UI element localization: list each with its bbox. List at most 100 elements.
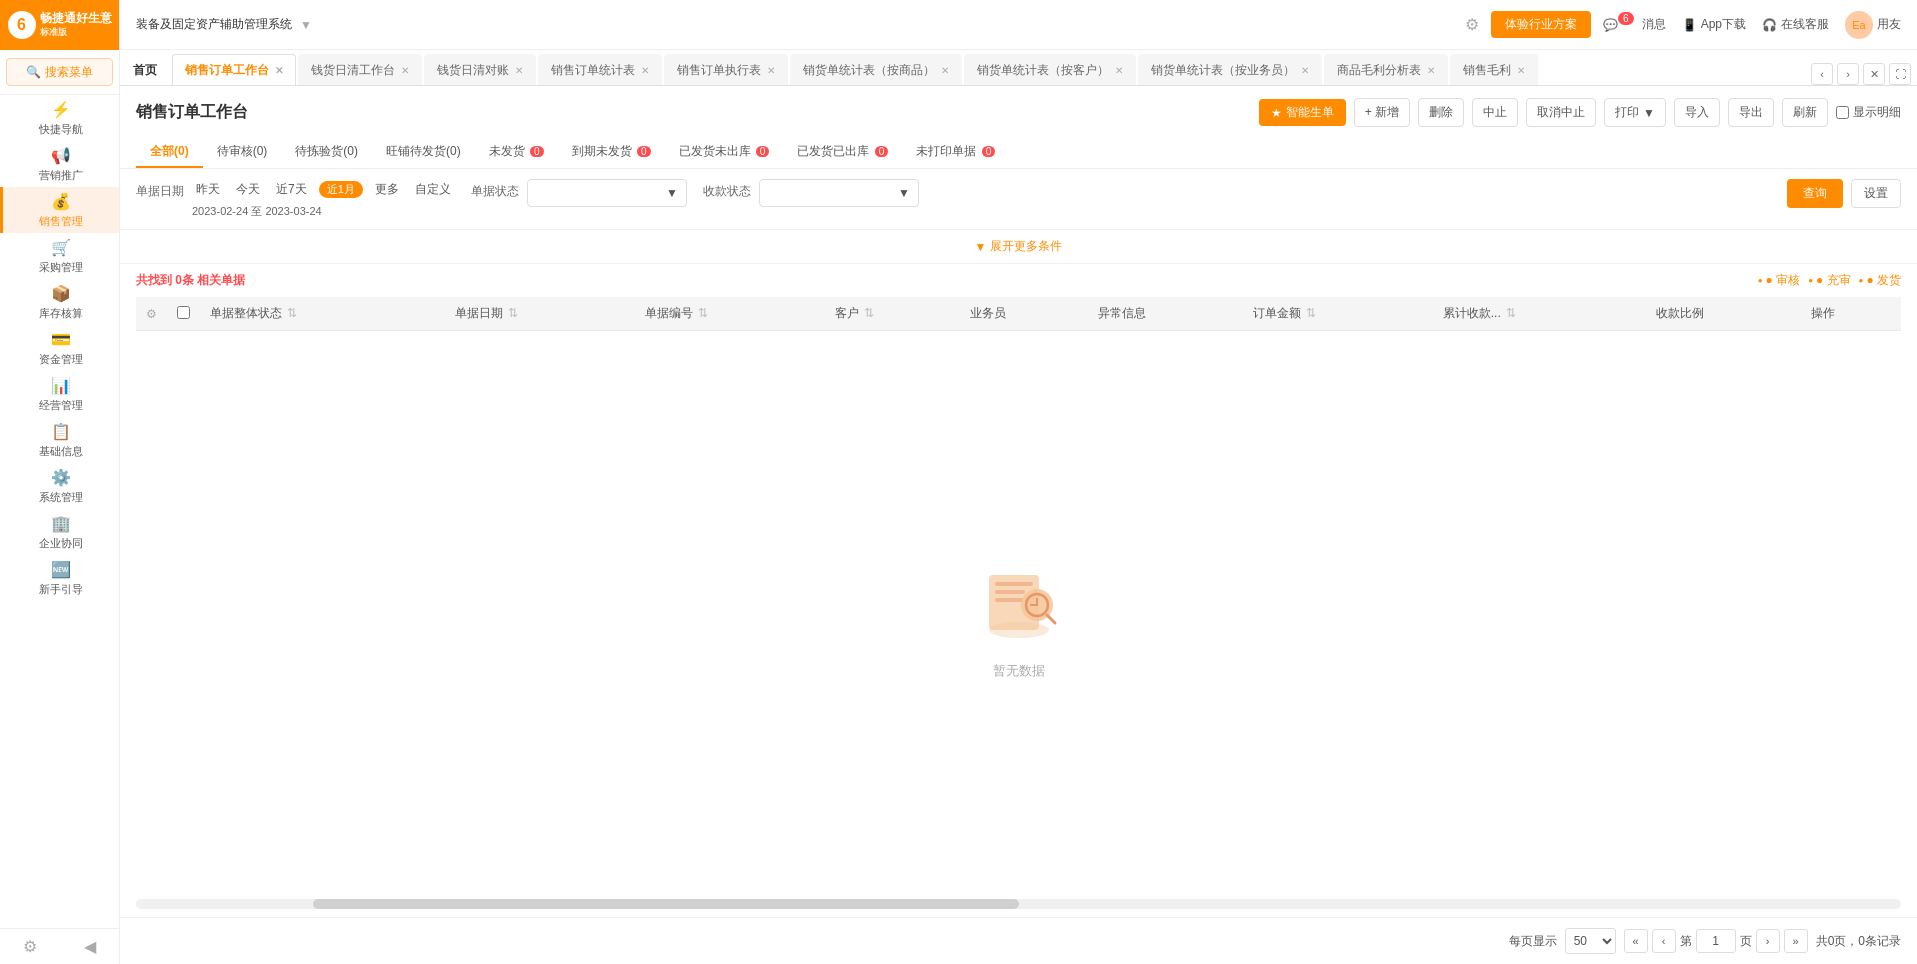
page-next-btn[interactable]: ›: [1756, 929, 1780, 953]
tab-product-margin[interactable]: 商品毛利分析表 ✕: [1324, 54, 1448, 86]
subtab-not-shipped[interactable]: 未发货 0: [475, 137, 558, 168]
date-opt-custom[interactable]: 自定义: [411, 179, 455, 200]
sidebar-item-marketing[interactable]: 📢 营销推广: [0, 141, 119, 187]
sidebar-item-purchase[interactable]: 🛒 采购管理: [0, 233, 119, 279]
sort-number-icon[interactable]: ⇅: [698, 306, 708, 320]
topbar-app-download[interactable]: 📱 App下载: [1682, 16, 1746, 33]
page-size-select[interactable]: 10 20 50 100: [1565, 928, 1616, 954]
date-opt-7days[interactable]: 近7天: [272, 179, 311, 200]
page-last-btn[interactable]: »: [1784, 929, 1808, 953]
smart-generate-btn[interactable]: ★ 智能生单: [1259, 99, 1346, 126]
refresh-btn[interactable]: 刷新: [1782, 98, 1828, 127]
page-first-btn[interactable]: «: [1624, 929, 1648, 953]
industry-btn[interactable]: 体验行业方案: [1491, 11, 1591, 38]
cancel-stop-btn[interactable]: 取消中止: [1526, 98, 1596, 127]
tab-sales-order-exec[interactable]: 销售订单执行表 ✕: [664, 54, 788, 86]
unreview-action-btn[interactable]: ● 充审: [1808, 272, 1850, 289]
tab-sales-stats-customer-close[interactable]: ✕: [1115, 65, 1123, 76]
topbar-dropdown-icon[interactable]: ▼: [300, 18, 312, 32]
subtab-not-printed[interactable]: 未打印单据 0: [902, 137, 1009, 168]
tab-sales-stats-staff-close[interactable]: ✕: [1301, 65, 1309, 76]
sidebar-settings-icon[interactable]: ⚙: [23, 937, 37, 956]
topbar-gear-icon[interactable]: ⚙: [1465, 15, 1479, 34]
sidebar-item-sales[interactable]: 💰 销售管理: [0, 187, 119, 233]
date-opt-today[interactable]: 今天: [232, 179, 264, 200]
select-all-checkbox[interactable]: [177, 306, 190, 319]
stop-btn[interactable]: 中止: [1472, 98, 1518, 127]
sidebar-item-operations[interactable]: 📊 经营管理: [0, 371, 119, 417]
tab-home[interactable]: 首页: [120, 54, 170, 86]
review-action-btn[interactable]: ● 审核: [1758, 272, 1800, 289]
date-opt-1month[interactable]: 近1月: [319, 181, 363, 198]
col-check[interactable]: [167, 297, 200, 331]
tab-cash-goods-reconcile[interactable]: 钱货日清对账 ✕: [424, 54, 536, 86]
sort-status-icon[interactable]: ⇅: [287, 306, 297, 320]
tab-nav-next[interactable]: ›: [1837, 63, 1859, 85]
import-btn[interactable]: 导入: [1674, 98, 1720, 127]
sidebar-item-system[interactable]: ⚙️ 系统管理: [0, 463, 119, 509]
sort-customer-icon[interactable]: ⇅: [864, 306, 874, 320]
date-opt-more[interactable]: 更多: [371, 179, 403, 200]
horizontal-scrollbar[interactable]: [136, 899, 1901, 909]
date-opt-yesterday[interactable]: 昨天: [192, 179, 224, 200]
tab-cash-goods-reconcile-close[interactable]: ✕: [515, 65, 523, 76]
tab-sales-stats-staff[interactable]: 销货单统计表（按业务员） ✕: [1138, 54, 1322, 86]
tab-sales-stats-product-close[interactable]: ✕: [941, 65, 949, 76]
subtab-pending-verify[interactable]: 待拣验货(0): [281, 137, 372, 168]
sidebar-item-quicknav[interactable]: ⚡ 快捷导航: [0, 95, 119, 141]
sort-amount-icon[interactable]: ⇅: [1306, 306, 1316, 320]
ship-action-btn[interactable]: ● 发货: [1859, 272, 1901, 289]
tab-sales-order-exec-close[interactable]: ✕: [767, 65, 775, 76]
col-settings[interactable]: ⚙: [136, 297, 167, 331]
expand-more-btn[interactable]: ▼ 展开更多条件: [967, 234, 1071, 259]
set-btn[interactable]: 设置: [1851, 179, 1901, 208]
subtab-wangpu-pending[interactable]: 旺铺待发货(0): [372, 137, 475, 168]
sidebar-collapse-icon[interactable]: ◀: [84, 937, 96, 956]
subtab-shipped-out[interactable]: 已发货已出库 0: [783, 137, 902, 168]
delete-btn[interactable]: 删除: [1418, 98, 1464, 127]
export-btn[interactable]: 导出: [1728, 98, 1774, 127]
tab-sales-order-workbench[interactable]: 销售订单工作台 ✕: [172, 54, 296, 86]
sidebar-item-enterprise[interactable]: 🏢 企业协同: [0, 509, 119, 555]
tab-nav-fullscreen[interactable]: ⛶: [1889, 63, 1911, 85]
tab-sales-stats-customer[interactable]: 销货单统计表（按客户） ✕: [964, 54, 1136, 86]
subtab-shipped-not-out[interactable]: 已发货未出库 0: [665, 137, 784, 168]
sort-date-icon[interactable]: ⇅: [508, 306, 518, 320]
operations-icon: 📊: [51, 376, 71, 395]
subtab-all[interactable]: 全部(0): [136, 137, 203, 168]
topbar-user[interactable]: Ea 用友: [1845, 11, 1901, 39]
query-btn[interactable]: 查询: [1787, 179, 1843, 208]
sidebar-item-finance[interactable]: 💳 资金管理: [0, 325, 119, 371]
new-btn[interactable]: + 新增: [1354, 98, 1410, 127]
sidebar-item-basic[interactable]: 📋 基础信息: [0, 417, 119, 463]
tab-cash-daily-clear[interactable]: 钱货日清工作台 ✕: [298, 54, 422, 86]
tab-sales-order-stats[interactable]: 销售订单统计表 ✕: [538, 54, 662, 86]
tab-sales-gross[interactable]: 销售毛利 ✕: [1450, 54, 1538, 86]
topbar-right: 💬 6 消息 📱 App下载 🎧 在线客服 Ea 用友: [1603, 11, 1901, 39]
tab-product-margin-close[interactable]: ✕: [1427, 65, 1435, 76]
tab-nav-prev[interactable]: ‹: [1811, 63, 1833, 85]
status-filter-select[interactable]: ▼: [527, 179, 687, 207]
tab-sales-order-workbench-close[interactable]: ✕: [275, 65, 283, 76]
topbar-message[interactable]: 💬 6 消息: [1603, 16, 1666, 33]
subtab-overdue-not-shipped[interactable]: 到期未发货 0: [558, 137, 665, 168]
show-detail-checkbox[interactable]: [1836, 106, 1849, 119]
svg-line-7: [1047, 615, 1055, 623]
payment-filter-select[interactable]: ▼: [759, 179, 919, 207]
tab-sales-gross-close[interactable]: ✕: [1517, 65, 1525, 76]
sidebar-item-guide[interactable]: 🆕 新手引导: [0, 555, 119, 601]
search-menu-btn[interactable]: 🔍 搜索菜单: [6, 58, 113, 86]
topbar-online-service[interactable]: 🎧 在线客服: [1762, 16, 1829, 33]
show-detail-label[interactable]: 显示明细: [1836, 104, 1901, 121]
tab-sales-order-stats-close[interactable]: ✕: [641, 65, 649, 76]
sidebar-item-inventory[interactable]: 📦 库存核算: [0, 279, 119, 325]
tab-nav-close-all[interactable]: ✕: [1863, 63, 1885, 85]
scrollbar-thumb[interactable]: [313, 899, 1019, 909]
page-number-input[interactable]: [1696, 929, 1736, 953]
print-btn[interactable]: 打印 ▼: [1604, 98, 1666, 127]
tab-cash-daily-clear-close[interactable]: ✕: [401, 65, 409, 76]
tab-sales-stats-product[interactable]: 销货单统计表（按商品） ✕: [790, 54, 962, 86]
sort-received-icon[interactable]: ⇅: [1506, 306, 1516, 320]
page-prev-btn[interactable]: ‹: [1652, 929, 1676, 953]
subtab-pending-review[interactable]: 待审核(0): [203, 137, 282, 168]
